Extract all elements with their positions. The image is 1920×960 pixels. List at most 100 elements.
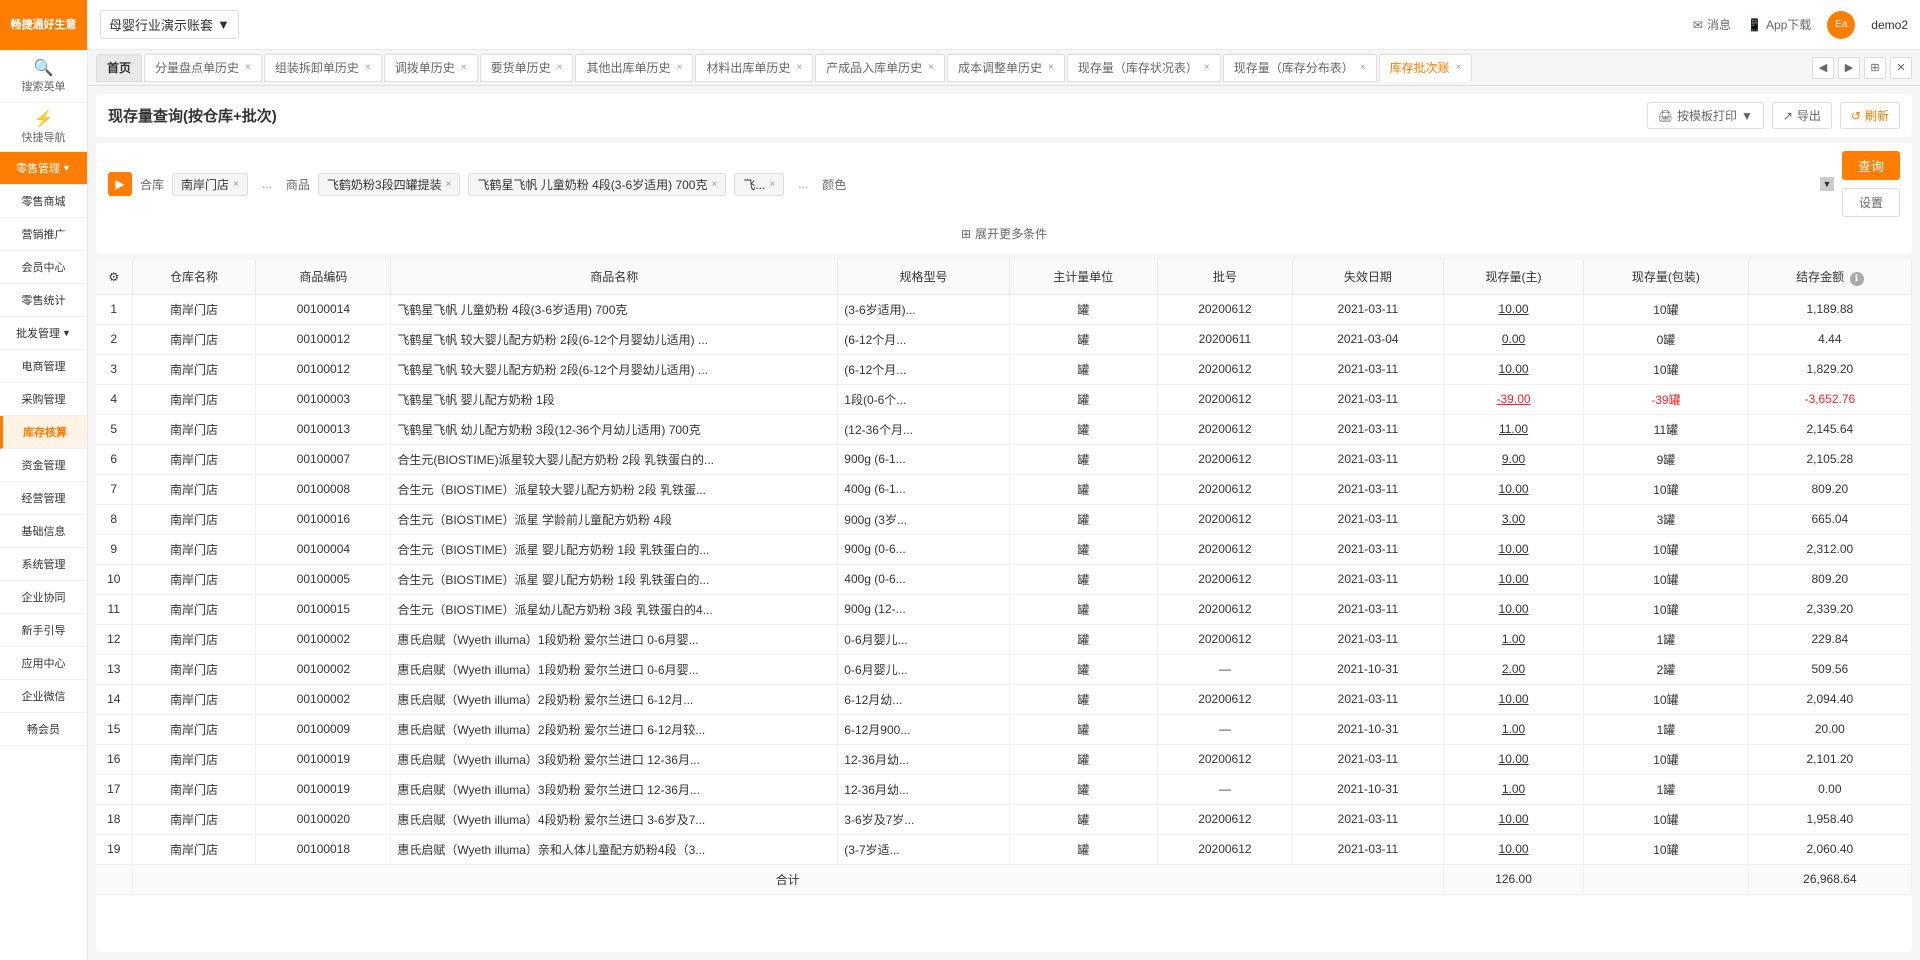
product-filter-tag2[interactable]: 飞鹤星飞帆 儿童奶粉 4段(3-6岁适用) 700克 × — [468, 173, 726, 196]
template-print-button[interactable]: 🖨 按模板打印 ▼ — [1647, 102, 1764, 129]
sidebar-item-marketing[interactable]: 营销推广 — [0, 218, 87, 251]
app-download-button[interactable]: 📱 App下载 — [1747, 16, 1811, 33]
tab-close-other-out[interactable]: × — [676, 62, 682, 73]
row-spec: 400g (6-1... — [838, 474, 1009, 504]
tab-close-material-out[interactable]: × — [796, 62, 802, 73]
tab-material-out[interactable]: 材料出库单历史 × — [695, 54, 813, 82]
row-qty-main[interactable]: 10.00 — [1443, 594, 1583, 624]
row-qty-main[interactable]: 10.00 — [1443, 294, 1583, 324]
sidebar-item-appstore[interactable]: 应用中心 — [0, 647, 87, 680]
account-dropdown[interactable]: 母婴行业演示账套 ▼ — [100, 10, 239, 39]
sidebar-item-member2[interactable]: 畅会员 — [0, 713, 87, 746]
tab-close-pick[interactable]: × — [461, 62, 467, 73]
row-qty-main[interactable]: 1.00 — [1443, 714, 1583, 744]
color-dropdown-icon[interactable]: ▼ — [1820, 177, 1834, 191]
tab-close-all[interactable]: ✕ — [1890, 57, 1912, 79]
row-qty-main[interactable]: 0.00 — [1443, 324, 1583, 354]
tab-disassemble[interactable]: 组装拆卸单历史 × — [264, 54, 382, 82]
tab-other-out[interactable]: 其他出库单历史 × — [575, 54, 693, 82]
message-button[interactable]: ✉ 消息 — [1693, 16, 1731, 33]
row-qty-main[interactable]: 10.00 — [1443, 834, 1583, 864]
tab-close-inventory-status[interactable]: × — [1204, 62, 1210, 73]
row-qty-main[interactable]: -39.00 — [1443, 384, 1583, 414]
row-qty-main[interactable]: 10.00 — [1443, 684, 1583, 714]
row-qty-main[interactable]: 10.00 — [1443, 354, 1583, 384]
sidebar-item-wholesale[interactable]: 批发管理 ▼ — [0, 317, 87, 350]
tab-split-inventory[interactable]: 分量盘点单历史 × — [144, 54, 262, 82]
tab-more[interactable]: ⊞ — [1864, 57, 1886, 79]
topbar: 母婴行业演示账套 ▼ ✉ 消息 📱 App下载 Ea demo2 — [88, 0, 1920, 50]
sidebar-item-enterprise[interactable]: 企业协同 — [0, 581, 87, 614]
username[interactable]: demo2 — [1871, 18, 1908, 32]
sidebar-item-purchase[interactable]: 采购管理 — [0, 383, 87, 416]
expand-conditions-btn[interactable]: ⊞ 展开更多条件 — [108, 221, 1900, 246]
table-row: 16 南岸门店 00100019 惠氏启赋（Wyeth illuma）3段奶粉 … — [96, 744, 1912, 774]
col-expire: 失效日期 — [1292, 260, 1443, 294]
product-tag1-remove[interactable]: × — [446, 179, 452, 190]
sidebar-item-inventory[interactable]: 库存核算 — [0, 416, 87, 449]
warehouse-filter-more[interactable]: ... — [256, 175, 278, 193]
tab-close-disassemble[interactable]: × — [365, 62, 371, 73]
product-filter-more[interactable]: 飞... × — [734, 173, 784, 196]
tab-inventory-dist[interactable]: 现存量（库存分布表） × — [1223, 54, 1377, 82]
search-button[interactable]: 查询 — [1842, 151, 1900, 180]
row-qty-main[interactable]: 10.00 — [1443, 744, 1583, 774]
row-qty-main[interactable]: 3.00 — [1443, 504, 1583, 534]
filter-expand-btn[interactable]: ▶ — [108, 172, 132, 196]
sidebar-item-search[interactable]: 🔍 搜索英单 — [0, 50, 87, 103]
row-qty-main[interactable]: 10.00 — [1443, 474, 1583, 504]
row-qty-main[interactable]: 1.00 — [1443, 774, 1583, 804]
tab-scroll-right[interactable]: ▶ — [1838, 57, 1860, 79]
tab-close-batch-voucher[interactable]: × — [1456, 62, 1462, 73]
refresh-button[interactable]: ↺ 刷新 — [1840, 102, 1900, 129]
row-qty-main[interactable]: 2.00 — [1443, 654, 1583, 684]
row-code: 00100018 — [256, 834, 391, 864]
row-qty-main[interactable]: 10.00 — [1443, 564, 1583, 594]
setting-button[interactable]: 设置 — [1842, 188, 1900, 217]
amount-info-icon[interactable]: ℹ — [1850, 272, 1864, 286]
sidebar-item-member[interactable]: 会员中心 — [0, 251, 87, 284]
export-button[interactable]: ↗ 导出 — [1772, 102, 1832, 129]
sidebar-item-retail-stats[interactable]: 零售统计 — [0, 284, 87, 317]
tab-close-product-in[interactable]: × — [928, 62, 934, 73]
sidebar-item-wechat[interactable]: 企业微信 — [0, 680, 87, 713]
warehouse-tag-remove[interactable]: × — [233, 179, 239, 190]
sidebar-item-guide[interactable]: 新手引导 — [0, 614, 87, 647]
sidebar-item-ecommerce[interactable]: 电商管理 — [0, 350, 87, 383]
product-tag2-remove[interactable]: × — [711, 179, 717, 190]
sidebar-item-retail[interactable]: 零售管理 ▼ — [0, 152, 87, 185]
row-qty-main[interactable]: 10.00 — [1443, 804, 1583, 834]
sidebar-item-retail-shop[interactable]: 零售商城 — [0, 185, 87, 218]
tab-pick[interactable]: 调拨单历史 × — [384, 54, 478, 82]
product-more-remove[interactable]: × — [769, 179, 775, 190]
tab-close-split-inventory[interactable]: × — [245, 62, 251, 73]
tab-requisition[interactable]: 要货单历史 × — [480, 54, 574, 82]
sidebar-item-finance[interactable]: 资金管理 — [0, 449, 87, 482]
tab-close-inventory-dist[interactable]: × — [1360, 62, 1366, 73]
warehouse-filter-tag[interactable]: 南岸门店 × — [172, 173, 248, 196]
product-filter-tag1[interactable]: 飞鹤奶粉3段四罐提装 × — [318, 173, 461, 196]
row-qty-main[interactable]: 1.00 — [1443, 624, 1583, 654]
tab-close-cost-adjust[interactable]: × — [1048, 62, 1054, 73]
row-qty-main[interactable]: 9.00 — [1443, 444, 1583, 474]
page-actions: 🖨 按模板打印 ▼ ↗ 导出 ↺ 刷新 — [1647, 102, 1900, 129]
row-qty-main[interactable]: 11.00 — [1443, 414, 1583, 444]
tab-home[interactable]: 首页 — [96, 54, 142, 82]
sidebar-item-operations[interactable]: 经营管理 — [0, 482, 87, 515]
sidebar-item-quicknav[interactable]: ⚡ 快捷导航 — [0, 103, 87, 152]
product-filter-extra[interactable]: ... — [792, 175, 814, 193]
sidebar-item-system[interactable]: 系统管理 — [0, 548, 87, 581]
table-scroll[interactable]: ⚙ 仓库名称 商品编码 商品名称 规格型号 主计量单位 批号 失效日期 现存量(… — [96, 260, 1912, 952]
tab-close-requisition[interactable]: × — [557, 62, 563, 73]
tab-scroll-left[interactable]: ◀ — [1812, 57, 1834, 79]
tab-cost-adjust[interactable]: 成本调整单历史 × — [947, 54, 1065, 82]
tab-batch-voucher[interactable]: 库存批次账 × — [1379, 54, 1473, 82]
table-row: 3 南岸门店 00100012 飞鹤星飞帆 较大婴儿配方奶粉 2段(6-12个月… — [96, 354, 1912, 384]
row-unit: 罐 — [1009, 354, 1157, 384]
row-qty-main[interactable]: 10.00 — [1443, 534, 1583, 564]
tab-inventory-status[interactable]: 现存量（库存状况表） × — [1067, 54, 1221, 82]
col-unit: 主计量单位 — [1009, 260, 1157, 294]
table-header-row: ⚙ 仓库名称 商品编码 商品名称 规格型号 主计量单位 批号 失效日期 现存量(… — [96, 260, 1912, 294]
sidebar-item-base[interactable]: 基础信息 — [0, 515, 87, 548]
tab-product-in[interactable]: 产成品入库单历史 × — [815, 54, 945, 82]
